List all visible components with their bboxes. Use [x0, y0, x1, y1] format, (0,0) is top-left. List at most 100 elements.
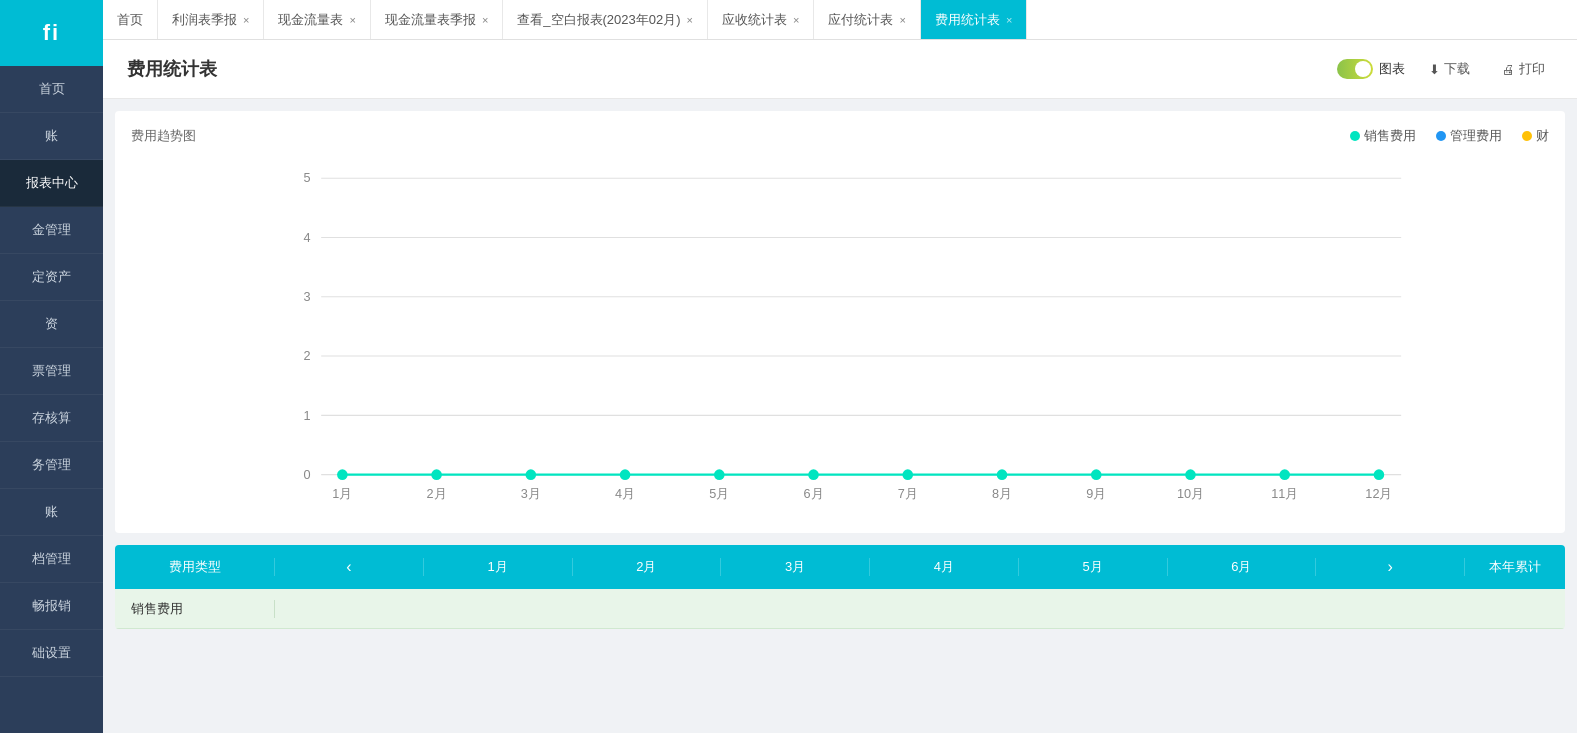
data-point — [620, 469, 631, 480]
legend-admin: 管理费用 — [1436, 127, 1502, 145]
chart-title: 费用趋势图 — [131, 127, 196, 145]
sidebar-item-home[interactable]: 首页 — [0, 66, 103, 113]
svg-text:4: 4 — [304, 231, 311, 245]
data-point — [997, 469, 1008, 480]
sidebar-item-reports[interactable]: 报表中心 — [0, 160, 103, 207]
data-point — [526, 469, 537, 480]
print-button[interactable]: 🖨 打印 — [1494, 56, 1553, 82]
svg-text:2: 2 — [304, 349, 311, 363]
data-point — [714, 469, 725, 480]
legend-dot-sales — [1350, 131, 1360, 141]
data-point — [1279, 469, 1290, 480]
tab-close-profit-quarterly[interactable]: × — [243, 14, 249, 26]
svg-text:10月: 10月 — [1177, 487, 1204, 501]
svg-text:5月: 5月 — [709, 487, 729, 501]
sidebar-item-capital[interactable]: 资 — [0, 301, 103, 348]
tab-close-cashflow[interactable]: × — [349, 14, 355, 26]
sidebar-item-settings[interactable]: 础设置 — [0, 630, 103, 677]
chart-legend: 销售费用 管理费用 财 — [1350, 127, 1549, 145]
svg-text:7月: 7月 — [898, 487, 918, 501]
data-point — [808, 469, 819, 480]
td-type-sales: 销售费用 — [115, 600, 275, 618]
th-month4: 4月 — [870, 558, 1019, 576]
sidebar-logo: fi — [0, 0, 103, 66]
th-nav-next[interactable]: › — [1316, 558, 1465, 576]
svg-text:8月: 8月 — [992, 487, 1012, 501]
toggle-label: 图表 — [1379, 60, 1405, 78]
chart-section: 费用趋势图 销售费用 管理费用 财 — [115, 111, 1565, 533]
tab-close-receivable[interactable]: × — [793, 14, 799, 26]
chart-container: 5 4 3 2 1 0 1月 2月 3月 4月 5月 6月 7月 8月 9 — [131, 157, 1549, 517]
sidebar: fi 首页 账 报表中心 金管理 定资产 资 票管理 存核算 务管理 账 档管理… — [0, 0, 103, 733]
tab-cashflow[interactable]: 现金流量表 × — [264, 0, 370, 40]
svg-text:3: 3 — [304, 290, 311, 304]
table-section: 费用类型 ‹ 1月 2月 3月 4月 5月 — [115, 545, 1565, 629]
svg-text:3月: 3月 — [521, 487, 541, 501]
svg-text:0: 0 — [304, 468, 311, 482]
svg-text:1月: 1月 — [332, 487, 352, 501]
chart-toggle[interactable] — [1337, 59, 1373, 79]
sidebar-item-finance[interactable]: 金管理 — [0, 207, 103, 254]
next-arrow-icon[interactable]: › — [1387, 558, 1392, 576]
content-area: 费用统计表 图表 ⬇ 下载 🖨 打印 费用趋势图 — [103, 40, 1577, 733]
tab-cashflow-quarterly[interactable]: 现金流量表季报 × — [371, 0, 503, 40]
print-icon: 🖨 — [1502, 62, 1515, 77]
th-nav-prev[interactable]: ‹ — [275, 558, 424, 576]
sidebar-item-archive[interactable]: 档管理 — [0, 536, 103, 583]
tab-close-payable[interactable]: × — [899, 14, 905, 26]
chart-toggle-wrap: 图表 — [1337, 59, 1405, 79]
svg-text:4月: 4月 — [615, 487, 635, 501]
legend-dot-admin — [1436, 131, 1446, 141]
th-month2: 2月 — [573, 558, 722, 576]
download-button[interactable]: ⬇ 下载 — [1421, 56, 1478, 82]
data-point — [337, 469, 348, 480]
line-chart-svg: 5 4 3 2 1 0 1月 2月 3月 4月 5月 6月 7月 8月 9 — [131, 157, 1549, 517]
tab-expense-stats[interactable]: 费用统计表 × — [921, 0, 1027, 40]
tab-close-expense-stats[interactable]: × — [1006, 14, 1012, 26]
svg-text:1: 1 — [304, 409, 311, 423]
table-header: 费用类型 ‹ 1月 2月 3月 4月 5月 — [115, 545, 1565, 589]
page-header: 费用统计表 图表 ⬇ 下载 🖨 打印 — [103, 40, 1577, 99]
legend-finance: 财 — [1522, 127, 1549, 145]
svg-text:12月: 12月 — [1365, 487, 1392, 501]
sidebar-item-ledger[interactable]: 账 — [0, 489, 103, 536]
data-point — [1374, 469, 1385, 480]
th-month6: 6月 — [1168, 558, 1317, 576]
th-year-total: 本年累计 — [1465, 558, 1565, 576]
sidebar-item-invoice[interactable]: 票管理 — [0, 348, 103, 395]
table-row-sales: 销售费用 — [115, 589, 1565, 629]
main-area: 首页 利润表季报 × 现金流量表 × 现金流量表季报 × 查看_空白报表(202… — [103, 0, 1577, 733]
header-actions: 图表 ⬇ 下载 🖨 打印 — [1337, 56, 1553, 82]
svg-text:5: 5 — [304, 171, 311, 185]
legend-dot-finance — [1522, 131, 1532, 141]
tab-payable[interactable]: 应付统计表 × — [814, 0, 920, 40]
chart-header: 费用趋势图 销售费用 管理费用 财 — [131, 127, 1549, 145]
sidebar-item-account[interactable]: 账 — [0, 113, 103, 160]
sidebar-item-inventory[interactable]: 存核算 — [0, 395, 103, 442]
th-month1: 1月 — [424, 558, 573, 576]
data-point — [1091, 469, 1102, 480]
tab-profit-quarterly[interactable]: 利润表季报 × — [158, 0, 264, 40]
page-title: 费用统计表 — [127, 57, 217, 81]
svg-text:6月: 6月 — [803, 487, 823, 501]
th-month5: 5月 — [1019, 558, 1168, 576]
th-type: 费用类型 — [115, 558, 275, 576]
sidebar-item-assets[interactable]: 定资产 — [0, 254, 103, 301]
tab-blank-report[interactable]: 查看_空白报表(2023年02月) × — [503, 0, 708, 40]
sidebar-item-service[interactable]: 务管理 — [0, 442, 103, 489]
data-point — [902, 469, 913, 480]
prev-arrow-icon[interactable]: ‹ — [346, 558, 351, 576]
tab-bar: 首页 利润表季报 × 现金流量表 × 现金流量表季报 × 查看_空白报表(202… — [103, 0, 1577, 40]
th-month3: 3月 — [721, 558, 870, 576]
sidebar-item-expense[interactable]: 畅报销 — [0, 583, 103, 630]
tab-close-blank-report[interactable]: × — [687, 14, 693, 26]
tab-receivable[interactable]: 应收统计表 × — [708, 0, 814, 40]
svg-text:9月: 9月 — [1086, 487, 1106, 501]
data-point — [1185, 469, 1196, 480]
tab-home[interactable]: 首页 — [103, 0, 158, 40]
download-icon: ⬇ — [1429, 62, 1440, 77]
tab-close-cashflow-quarterly[interactable]: × — [482, 14, 488, 26]
legend-sales: 销售费用 — [1350, 127, 1416, 145]
svg-text:2月: 2月 — [427, 487, 447, 501]
svg-text:11月: 11月 — [1271, 487, 1298, 501]
